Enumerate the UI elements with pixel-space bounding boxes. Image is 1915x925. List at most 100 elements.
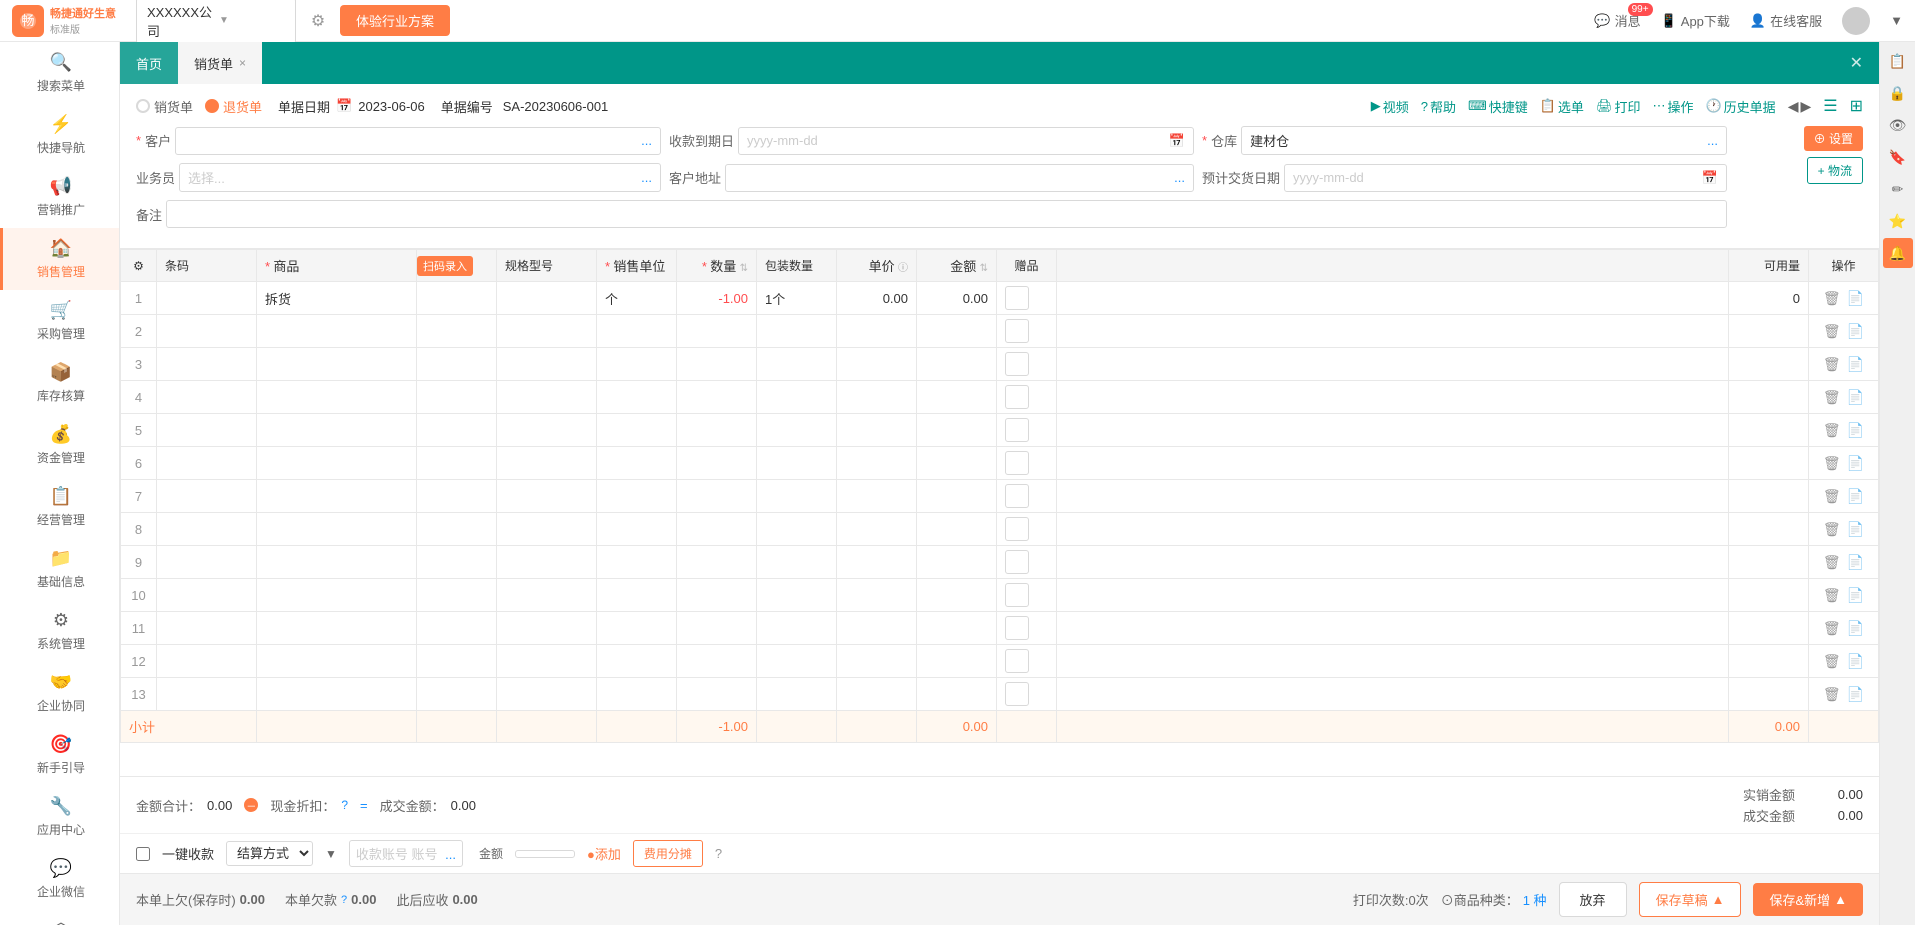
add-payment-button[interactable]: ●添加	[587, 844, 621, 863]
row-qty-4[interactable]	[677, 381, 757, 414]
row-qty-2[interactable]	[677, 315, 757, 348]
sidebar-item-apps[interactable]: 🔧 应用中心	[0, 786, 119, 848]
nav-prev-icon[interactable]: ◀	[1788, 98, 1799, 115]
row-gift-6[interactable]	[997, 447, 1057, 480]
row-barcode-9[interactable]	[157, 546, 257, 579]
row-delete-icon-1[interactable]: 🗑	[1823, 290, 1841, 307]
row-unit-12[interactable]	[597, 645, 677, 678]
row-unit-10[interactable]	[597, 579, 677, 612]
row-qty-11[interactable]	[677, 612, 757, 645]
row-unit-4[interactable]	[597, 381, 677, 414]
radio-sales-order[interactable]: 销货单	[136, 97, 193, 116]
trial-button[interactable]: 体验行业方案	[340, 5, 450, 36]
row-note-2[interactable]	[1057, 315, 1729, 348]
row-copy-icon-11[interactable]: 📄	[1847, 620, 1864, 637]
sidebar-item-inventory[interactable]: 📦 库存核算	[0, 352, 119, 414]
save-new-button[interactable]: 保存&新增 ▲	[1753, 883, 1863, 916]
row-qty-12[interactable]	[677, 645, 757, 678]
row-copy-icon-2[interactable]: 📄	[1847, 323, 1864, 340]
row-unit-2[interactable]	[597, 315, 677, 348]
row-delete-icon-5[interactable]: 🗑	[1823, 422, 1841, 439]
row-unit-7[interactable]	[597, 480, 677, 513]
row-copy-icon-6[interactable]: 📄	[1847, 455, 1864, 472]
payment-input[interactable]: yyyy-mm-dd 📅	[738, 127, 1194, 155]
row-spec-10[interactable]	[497, 579, 597, 612]
row-copy-icon-4[interactable]: 📄	[1847, 389, 1864, 406]
row-delete-icon-13[interactable]: 🗑	[1823, 686, 1841, 703]
sidebar-item-member[interactable]: ⬡ 畅会员	[0, 910, 119, 925]
row-gift-13[interactable]	[997, 678, 1057, 711]
row-spec-5[interactable]	[497, 414, 597, 447]
row-amount-13[interactable]	[917, 678, 997, 711]
payment-amount-input[interactable]	[515, 850, 575, 858]
save-draft-button[interactable]: 保存草稿 ▲	[1639, 882, 1742, 917]
discount-info-icon[interactable]: ?	[341, 798, 348, 812]
th-scan[interactable]: 扫码录入	[417, 250, 497, 282]
row-amount-8[interactable]	[917, 513, 997, 546]
row-pkg-12[interactable]	[757, 645, 837, 678]
th-settings[interactable]: ⚙	[121, 250, 157, 282]
row-spec-13[interactable]	[497, 678, 597, 711]
sidebar-item-wechat[interactable]: 💬 企业微信	[0, 848, 119, 910]
video-link[interactable]: ▶ 视频	[1371, 97, 1409, 116]
row-product-2[interactable]	[257, 315, 417, 348]
row-note-3[interactable]	[1057, 348, 1729, 381]
row-note-1[interactable]	[1057, 282, 1729, 315]
row-product-1[interactable]: 拆货	[257, 282, 417, 315]
sidebar-item-system[interactable]: ⚙ 系统管理	[0, 600, 119, 662]
row-spec-8[interactable]	[497, 513, 597, 546]
row-gift-9[interactable]	[997, 546, 1057, 579]
row-pkg-1[interactable]: 1个	[757, 282, 837, 315]
delivery-input[interactable]: yyyy-mm-dd 📅	[1284, 164, 1727, 192]
row-gift-10[interactable]	[997, 579, 1057, 612]
row-gift-4[interactable]	[997, 381, 1057, 414]
message-button[interactable]: 💬 消息 99+	[1594, 11, 1640, 30]
row-delete-icon-7[interactable]: 🗑	[1823, 488, 1841, 505]
row-copy-icon-10[interactable]: 📄	[1847, 587, 1864, 604]
right-tool-star[interactable]: ⭐	[1883, 206, 1913, 236]
row-amount-12[interactable]	[917, 645, 997, 678]
row-delete-icon-3[interactable]: 🗑	[1823, 356, 1841, 373]
row-unit-13[interactable]	[597, 678, 677, 711]
row-gift-11[interactable]	[997, 612, 1057, 645]
row-amount-7[interactable]	[917, 480, 997, 513]
row-barcode-12[interactable]	[157, 645, 257, 678]
row-gift-8[interactable]	[997, 513, 1057, 546]
nav-next-icon[interactable]: ▶	[1800, 98, 1811, 115]
row-price-9[interactable]	[837, 546, 917, 579]
row-qty-10[interactable]	[677, 579, 757, 612]
row-product-10[interactable]	[257, 579, 417, 612]
row-copy-icon-7[interactable]: 📄	[1847, 488, 1864, 505]
row-pkg-5[interactable]	[757, 414, 837, 447]
sidebar-item-enterprise[interactable]: 🤝 企业协同	[0, 662, 119, 724]
row-qty-8[interactable]	[677, 513, 757, 546]
sidebar-item-nav[interactable]: ⚡ 快捷导航	[0, 104, 119, 166]
scan-button[interactable]: 扫码录入	[417, 256, 473, 276]
settings-gear-button[interactable]: ⚙	[304, 7, 332, 35]
row-delete-icon-11[interactable]: 🗑	[1823, 620, 1841, 637]
row-barcode-11[interactable]	[157, 612, 257, 645]
row-spec-11[interactable]	[497, 612, 597, 645]
row-product-6[interactable]	[257, 447, 417, 480]
salesperson-input[interactable]: 选择... ...	[179, 163, 661, 192]
row-barcode-6[interactable]	[157, 447, 257, 480]
row-note-8[interactable]	[1057, 513, 1729, 546]
row-gift-2[interactable]	[997, 315, 1057, 348]
avatar[interactable]	[1842, 7, 1870, 35]
right-tool-clipboard[interactable]: 📋	[1883, 46, 1913, 76]
shortcut-link[interactable]: ⌨ 快捷键	[1468, 97, 1528, 116]
row-delete-icon-6[interactable]: 🗑	[1823, 455, 1841, 472]
radio-return-order[interactable]: 退货单	[205, 97, 262, 116]
row-pkg-4[interactable]	[757, 381, 837, 414]
row-price-8[interactable]	[837, 513, 917, 546]
row-gift-5[interactable]	[997, 414, 1057, 447]
row-price-12[interactable]	[837, 645, 917, 678]
row-product-11[interactable]	[257, 612, 417, 645]
row-product-13[interactable]	[257, 678, 417, 711]
tab-close-icon[interactable]: ×	[239, 56, 246, 70]
right-tool-bookmark[interactable]: 🔖	[1883, 142, 1913, 172]
right-tool-edit[interactable]: ✏	[1883, 174, 1913, 204]
row-barcode-13[interactable]	[157, 678, 257, 711]
row-price-10[interactable]	[837, 579, 917, 612]
product-kind-value[interactable]: 1 种	[1523, 890, 1547, 909]
